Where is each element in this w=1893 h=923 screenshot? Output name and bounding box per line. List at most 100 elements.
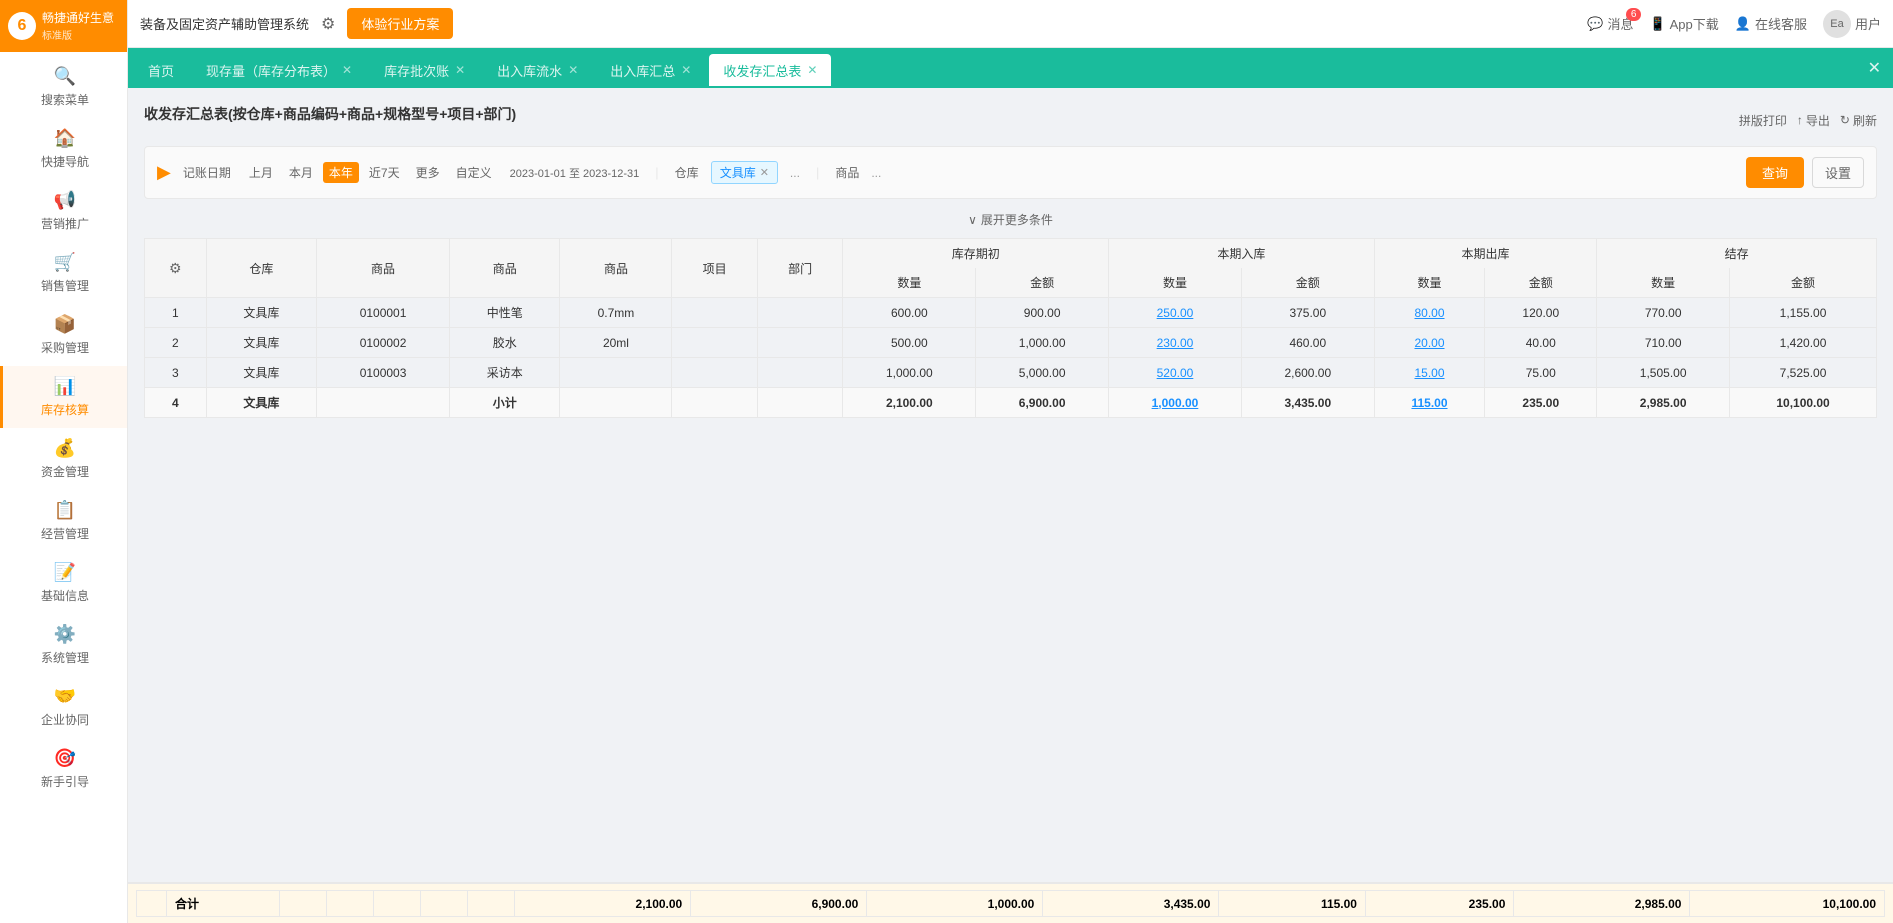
tab-inout-summary[interactable]: 出入库汇总 ✕: [596, 54, 705, 86]
filter-toggle-icon[interactable]: ▶: [157, 162, 171, 183]
tab-close-receive-summary[interactable]: ✕: [807, 63, 817, 77]
filter-bar: ▶ 记账日期 上月 本月 本年 近7天 更多 自定义 2023-01-01 至 …: [144, 146, 1877, 199]
out-qty-link[interactable]: 80.00: [1414, 306, 1444, 320]
warehouse-tag[interactable]: 文具库 ✕: [711, 161, 778, 184]
sidebar-item-search[interactable]: 🔍 搜索菜单: [0, 56, 127, 118]
subtotal-out-qty-link[interactable]: 115.00: [1411, 396, 1447, 410]
tab-inventory-distribution[interactable]: 现存量（库存分布表）✕: [192, 54, 366, 86]
cell-project: [672, 358, 758, 388]
sidebar-item-enterprise[interactable]: 🤝 企业协同: [0, 676, 127, 738]
sidebar-item-guide[interactable]: 🎯 新手引导: [0, 738, 127, 800]
warehouse-more-btn[interactable]: ...: [790, 166, 800, 180]
user-group[interactable]: Ea 用户: [1823, 10, 1881, 38]
cell-opening-qty: 2,100.00: [843, 388, 976, 418]
tabbar-close-all[interactable]: ✕: [1860, 58, 1889, 78]
col-project-header: 项目: [672, 239, 758, 298]
col-settings-header[interactable]: ⚙: [145, 239, 207, 298]
avatar: Ea: [1823, 10, 1851, 38]
logo-text: 畅捷通好生意 标准版: [42, 10, 114, 42]
footer-out-amt: 235.00: [1365, 891, 1513, 917]
filter-settings-button[interactable]: 设置: [1812, 157, 1864, 188]
sidebar-item-inventory[interactable]: 📊 库存核算: [0, 366, 127, 428]
tab-receive-summary[interactable]: 收发存汇总表✕: [709, 54, 831, 86]
data-table: ⚙ 仓库 商品 商品 商品 项目 部门 库存期初 本期入库 本期出库 结存 数量: [144, 238, 1877, 418]
online-service-group[interactable]: 👤 在线客服: [1735, 14, 1807, 33]
sidebar-item-operations[interactable]: 📋 经营管理: [0, 490, 127, 552]
date-filter-label: 记账日期: [183, 164, 231, 181]
date-btn-more[interactable]: 更多: [410, 162, 446, 183]
settings-icon[interactable]: ⚙: [321, 14, 335, 34]
footer-in-qty: 1,000.00: [867, 891, 1043, 917]
tab-close-inout-summary[interactable]: ✕: [681, 63, 691, 77]
in-qty-link[interactable]: 520.00: [1157, 366, 1194, 380]
tab-label-inout-summary: 出入库汇总: [610, 61, 675, 80]
cell-product-code: [317, 388, 450, 418]
col-out-period-header: 本期出库: [1374, 239, 1597, 269]
sidebar-logo: 6 畅捷通好生意 标准版: [0, 0, 127, 52]
date-btn-this-month[interactable]: 本月: [283, 162, 319, 183]
sidebar-icon-operations: 📋: [54, 500, 76, 521]
in-qty-link[interactable]: 230.00: [1157, 336, 1194, 350]
sidebar-item-finance[interactable]: 💰 资金管理: [0, 428, 127, 490]
tab-home[interactable]: 首页: [134, 54, 188, 86]
tab-inout-flow[interactable]: 出入库流水✕: [483, 54, 592, 86]
tab-batch-ledger[interactable]: 库存批次账✕: [370, 54, 479, 86]
cell-no: 1: [145, 298, 207, 328]
cell-product-code: 0100003: [317, 358, 450, 388]
table-gear-icon[interactable]: ⚙: [169, 260, 182, 276]
date-btn-last-month[interactable]: 上月: [243, 162, 279, 183]
date-btn-7days[interactable]: 近7天: [363, 162, 406, 183]
sidebar-icon-finance: 💰: [54, 438, 76, 459]
expand-more-button[interactable]: ∨ 展开更多条件: [968, 211, 1053, 228]
warehouse-tag-close[interactable]: ✕: [760, 166, 769, 179]
sidebar-item-sales[interactable]: 🛒 销售管理: [0, 242, 127, 304]
out-qty-link[interactable]: 15.00: [1414, 366, 1444, 380]
tab-close-inout-flow[interactable]: ✕: [568, 63, 578, 77]
app-download-group[interactable]: 📱 App下载: [1649, 14, 1718, 33]
message-icon: 💬: [1587, 16, 1603, 32]
query-button[interactable]: 查询: [1746, 157, 1804, 188]
date-btn-custom[interactable]: 自定义: [450, 162, 498, 183]
cell-in-qty: 1,000.00: [1109, 388, 1242, 418]
refresh-button[interactable]: ↻ 刷新: [1840, 112, 1877, 129]
out-qty-link[interactable]: 20.00: [1414, 336, 1444, 350]
cell-out-qty: 115.00: [1374, 388, 1485, 418]
sidebar-icon-marketing: 📢: [54, 190, 76, 211]
sidebar-icon-guide: 🎯: [54, 748, 76, 769]
warehouse-filter-label: 仓库: [675, 164, 699, 181]
sidebar: 6 畅捷通好生意 标准版 🔍 搜索菜单 🏠 快捷导航 📢 营销推广 🛒 销售管理…: [0, 0, 128, 923]
footer-cell-1: [280, 891, 327, 917]
goods-more-btn[interactable]: ...: [871, 166, 881, 180]
message-icon-group[interactable]: 💬 消息 6: [1587, 14, 1633, 33]
col-opening-header: 库存期初: [843, 239, 1109, 269]
logo-icon: 6: [8, 12, 36, 40]
sidebar-item-purchase[interactable]: 📦 采购管理: [0, 304, 127, 366]
date-range-display: 2023-01-01 至 2023-12-31: [510, 165, 640, 181]
sidebar-icon-quick-nav: 🏠: [54, 128, 76, 149]
tab-close-batch-ledger[interactable]: ✕: [455, 63, 465, 77]
subtotal-in-qty-link[interactable]: 1,000.00: [1152, 396, 1199, 410]
cell-product-spec: [560, 388, 672, 418]
in-qty-link[interactable]: 250.00: [1157, 306, 1194, 320]
page-title: 收发存汇总表(按仓库+商品编码+商品+规格型号+项目+部门): [144, 104, 516, 124]
cell-department: [757, 298, 843, 328]
table-footer: 合计 2,100.00 6,900.00 1,000.00 3,435.00 1…: [128, 882, 1893, 923]
date-btn-this-year[interactable]: 本年: [323, 162, 359, 183]
footer-opening-amt: 6,900.00: [691, 891, 867, 917]
print-button[interactable]: 拼版打印: [1739, 112, 1787, 129]
trial-button[interactable]: 体验行业方案: [347, 8, 453, 39]
tab-close-inventory-distribution[interactable]: ✕: [342, 63, 352, 77]
export-button[interactable]: ↑ 导出: [1797, 112, 1830, 129]
cell-product-code: 0100002: [317, 328, 450, 358]
sidebar-item-quick-nav[interactable]: 🏠 快捷导航: [0, 118, 127, 180]
sidebar-item-marketing[interactable]: 📢 营销推广: [0, 180, 127, 242]
export-icon: ↑: [1797, 113, 1803, 127]
cell-balance-qty: 1,505.00: [1597, 358, 1730, 388]
sidebar-item-system[interactable]: ⚙️ 系统管理: [0, 614, 127, 676]
cell-in-amt: 2,600.00: [1241, 358, 1374, 388]
cell-balance-qty: 770.00: [1597, 298, 1730, 328]
cell-product-name: 胶水: [449, 328, 560, 358]
cell-out-amt: 235.00: [1485, 388, 1597, 418]
cell-out-amt: 120.00: [1485, 298, 1597, 328]
sidebar-item-basic-info[interactable]: 📝 基础信息: [0, 552, 127, 614]
